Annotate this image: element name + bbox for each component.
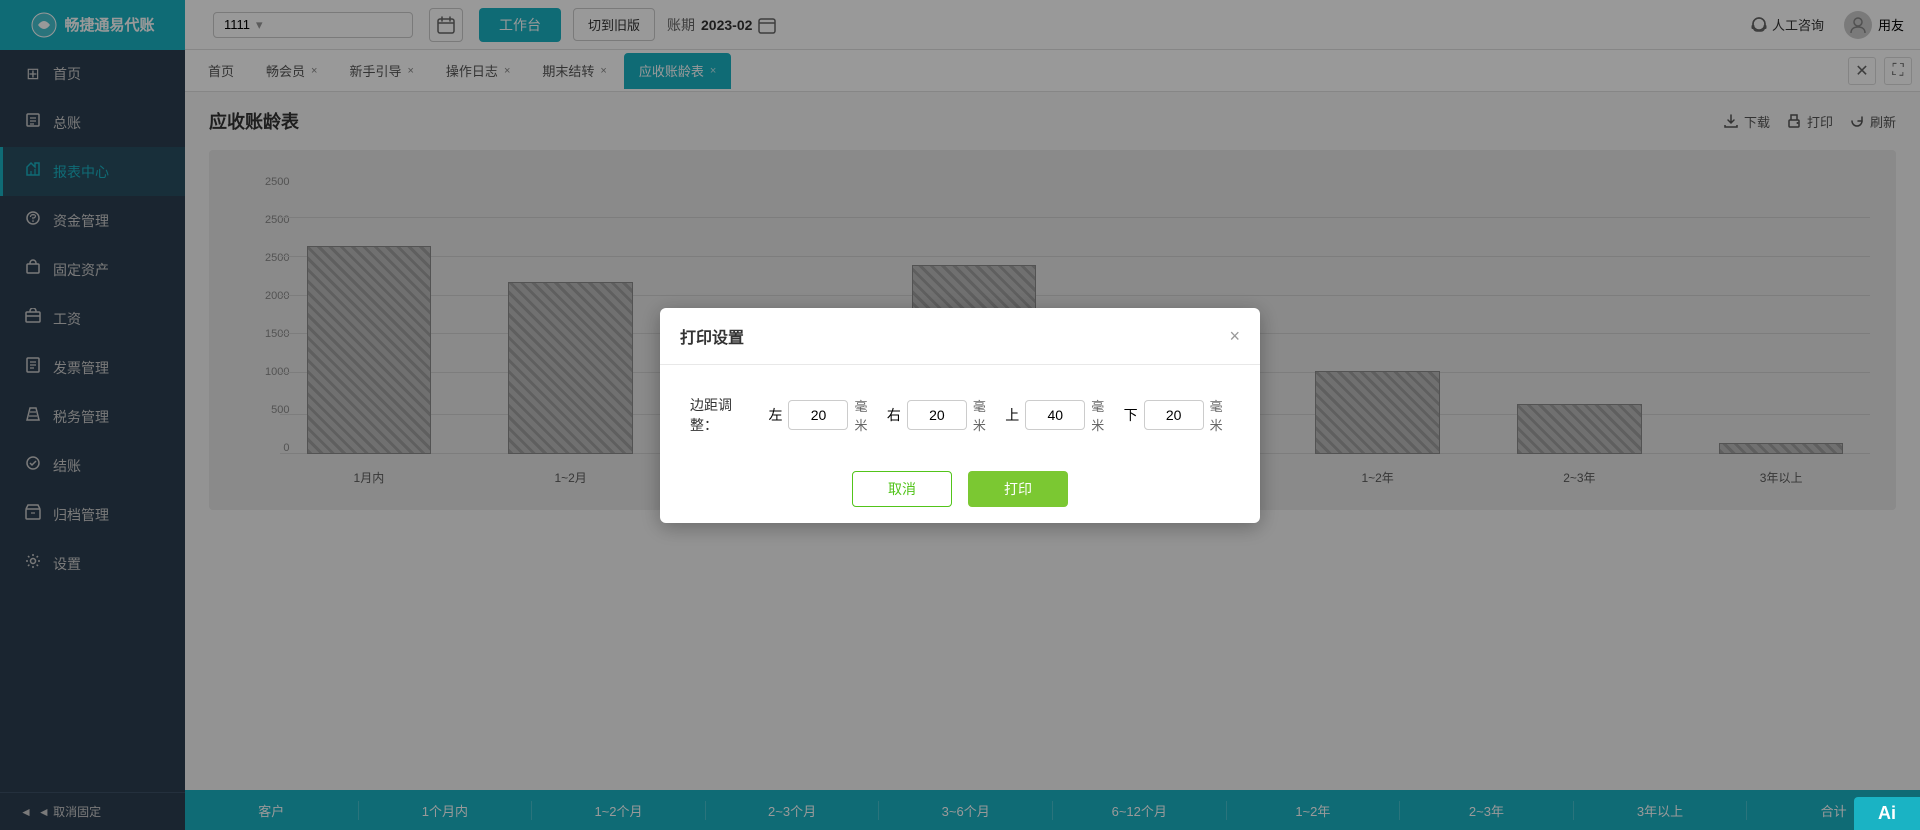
right-input[interactable] (907, 400, 967, 430)
confirm-print-button[interactable]: 打印 (968, 471, 1068, 507)
bottom-unit: 毫米 (1210, 396, 1230, 434)
ai-badge[interactable]: Ai (1854, 797, 1920, 830)
top-label: 上 (1005, 405, 1019, 425)
left-input[interactable] (788, 400, 848, 430)
dialog-overlay: 打印设置 × 边距调整： 左 毫米 右 毫米 上 毫米 (0, 0, 1920, 830)
dialog-title: 打印设置 (680, 324, 744, 348)
left-unit: 毫米 (854, 396, 874, 434)
print-settings-dialog: 打印设置 × 边距调整： 左 毫米 右 毫米 上 毫米 (660, 308, 1260, 523)
left-label: 左 (768, 405, 782, 425)
margin-right-group: 右 毫米 (887, 396, 993, 434)
dialog-footer: 取消 打印 (660, 455, 1260, 523)
right-unit: 毫米 (973, 396, 993, 434)
margin-row: 边距调整： 左 毫米 右 毫米 上 毫米 下 (690, 395, 1230, 435)
top-input[interactable] (1025, 400, 1085, 430)
right-label: 右 (887, 405, 901, 425)
ai-label: Ai (1878, 803, 1896, 823)
top-unit: 毫米 (1091, 396, 1111, 434)
bottom-label: 下 (1124, 405, 1138, 425)
margin-label: 边距调整： (690, 395, 756, 435)
dialog-header: 打印设置 × (660, 308, 1260, 365)
bottom-input[interactable] (1144, 400, 1204, 430)
margin-top-group: 上 毫米 (1005, 396, 1111, 434)
cancel-button[interactable]: 取消 (852, 471, 952, 507)
margin-left-group: 左 毫米 (768, 396, 874, 434)
dialog-close-button[interactable]: × (1229, 327, 1240, 345)
margin-bottom-group: 下 毫米 (1124, 396, 1230, 434)
dialog-body: 边距调整： 左 毫米 右 毫米 上 毫米 下 (660, 365, 1260, 455)
